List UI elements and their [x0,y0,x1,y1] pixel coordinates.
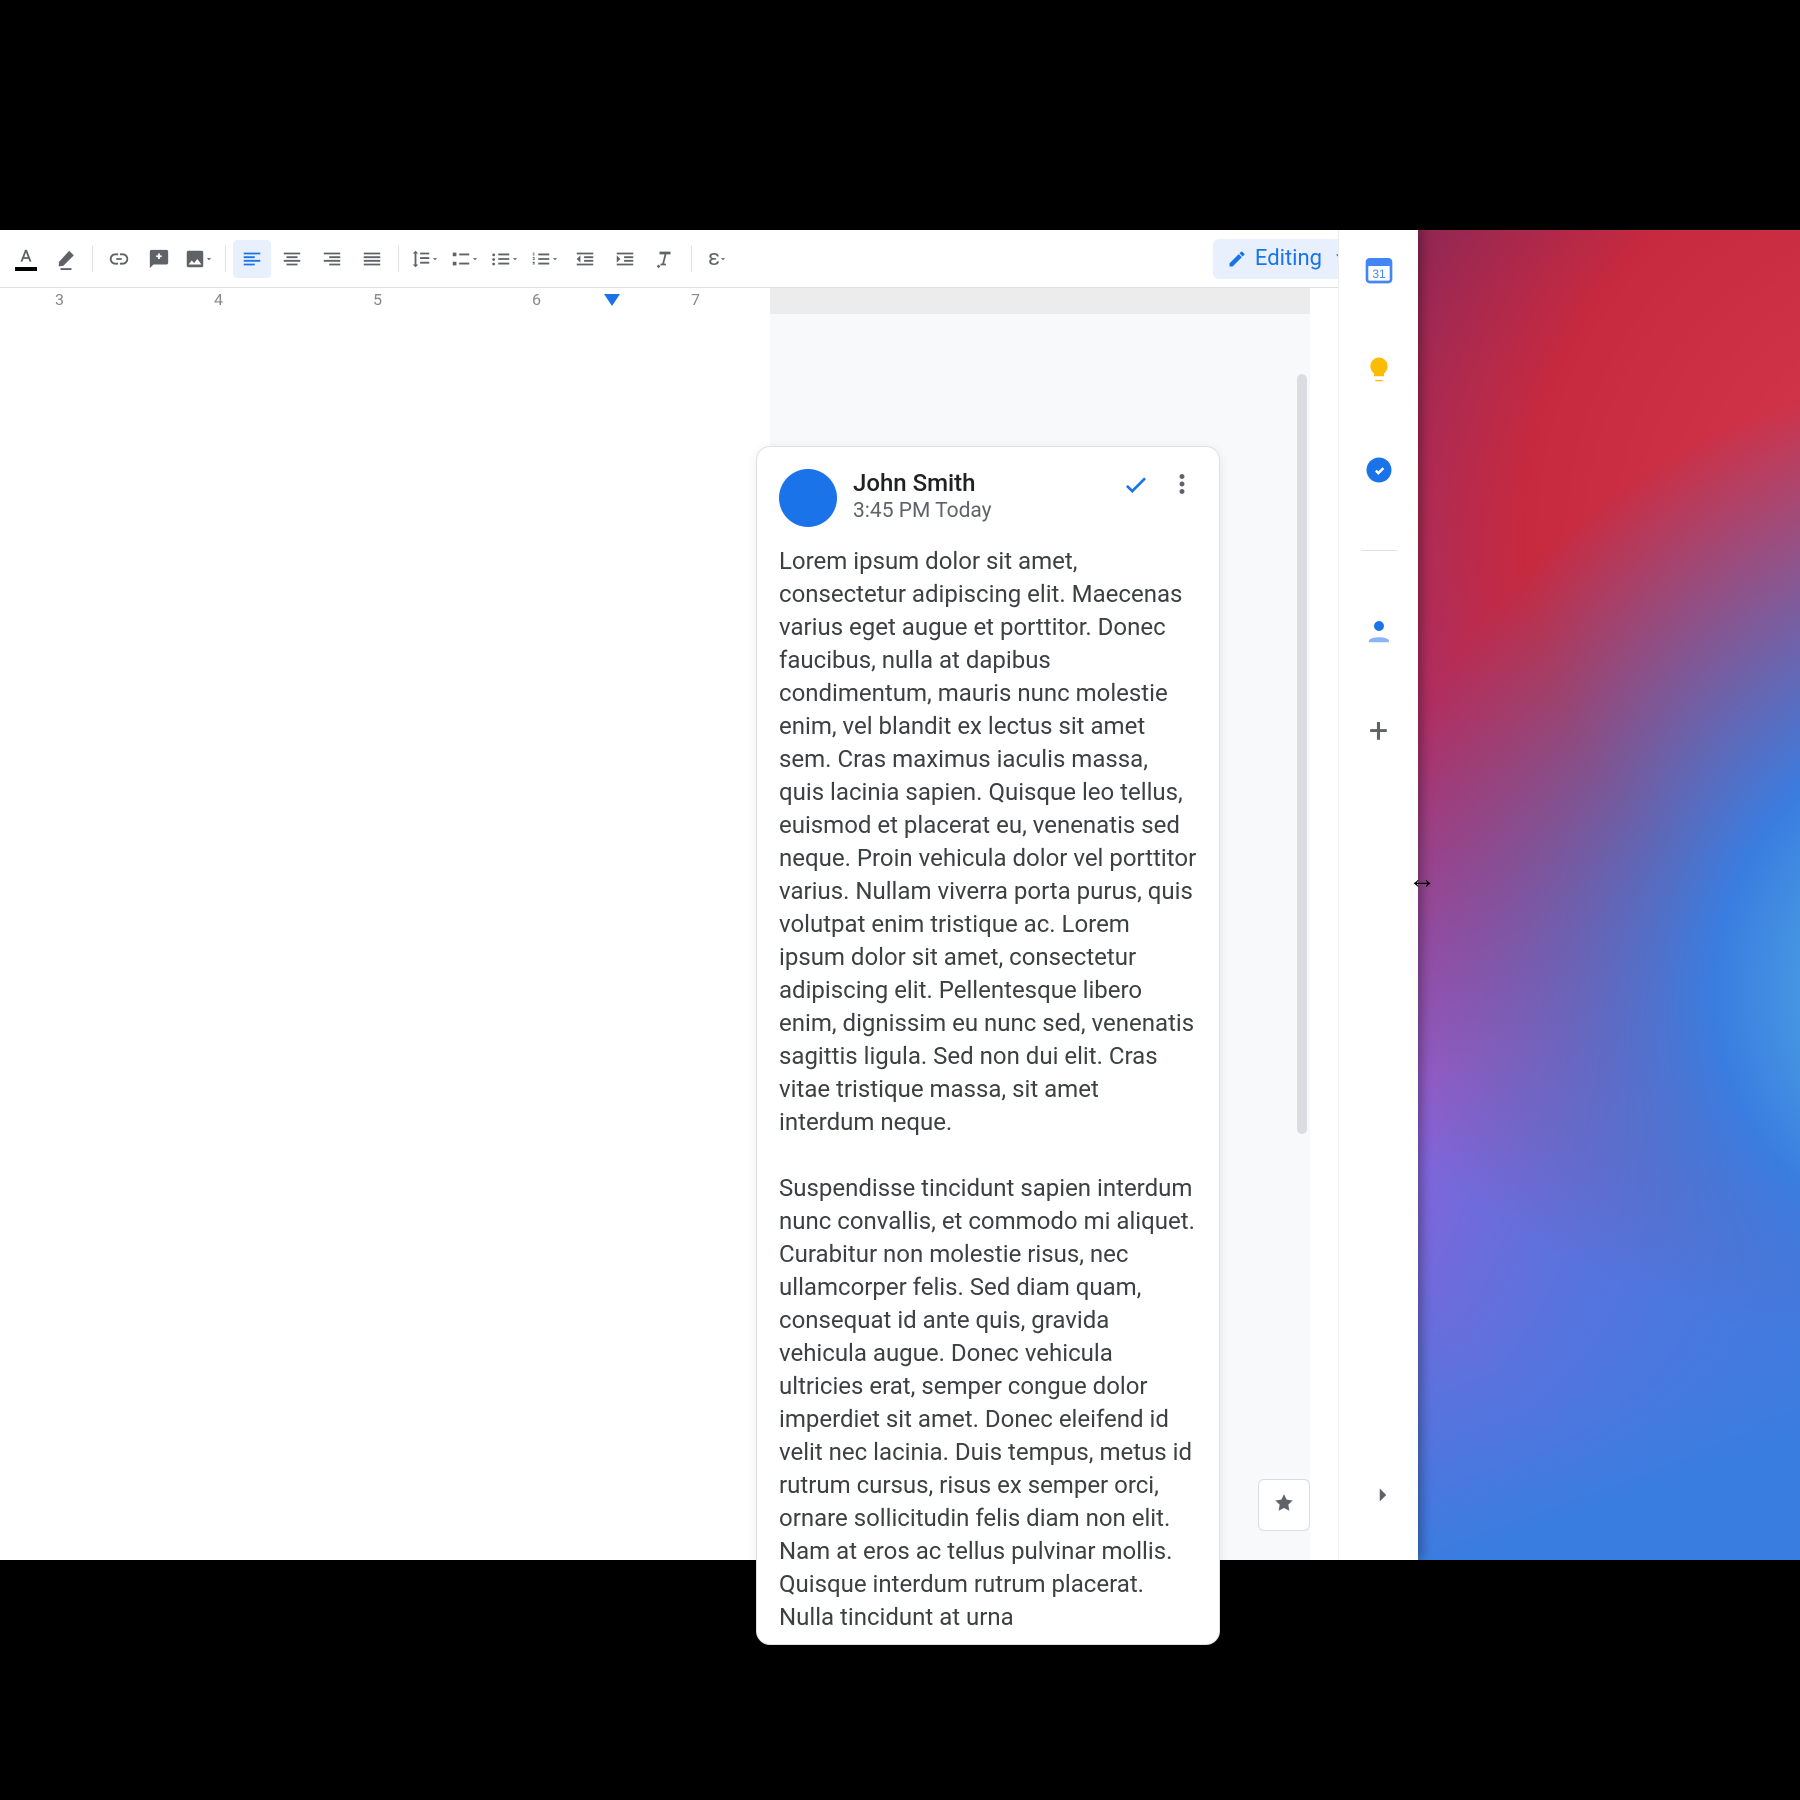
docs-toolbar: ε Editing [0,230,1418,288]
indent-decrease-icon [574,248,596,270]
toolbar-separator [398,246,399,272]
comment-timestamp: 3:45 PM Today [853,499,1121,523]
horizontal-ruler[interactable]: 3 4 5 6 7 [0,288,1310,315]
resolve-comment-button[interactable] [1121,469,1151,503]
letterbox-top [0,0,1800,230]
checklist-button[interactable] [446,240,484,278]
highlight-color-button[interactable] [47,240,85,278]
chevron-right-icon [1370,1482,1396,1508]
align-center-button[interactable] [273,240,311,278]
comment-more-button[interactable] [1167,469,1197,503]
plus-icon: + [1369,714,1388,748]
align-right-icon [321,248,343,270]
line-spacing-button[interactable] [406,240,444,278]
align-center-icon [281,248,303,270]
contacts-icon [1364,616,1394,646]
side-panel-divider [1361,550,1397,551]
toolbar-separator [92,246,93,272]
chevron-down-icon [470,248,480,270]
link-icon [108,248,130,270]
contacts-app-button[interactable] [1359,611,1399,651]
comment-add-icon [148,248,170,270]
input-tools-button[interactable]: ε [699,240,737,278]
checklist-icon [450,248,472,270]
toolbar-separator [691,246,692,272]
ruler-indent-marker[interactable] [604,294,620,306]
tasks-icon [1364,455,1394,485]
vertical-scrollbar[interactable] [1295,314,1309,1560]
explore-icon [1271,1492,1297,1518]
indent-increase-icon [614,248,636,270]
check-icon [1121,469,1151,499]
highlighter-icon [55,248,77,270]
calendar-app-button[interactable]: 31 [1359,250,1399,290]
align-justify-button[interactable] [353,240,391,278]
align-justify-icon [361,248,383,270]
clear-format-icon [654,248,676,270]
add-app-button[interactable]: + [1359,711,1399,751]
keep-app-button[interactable] [1359,350,1399,390]
line-spacing-icon [410,248,432,270]
explore-button[interactable] [1258,1479,1310,1531]
chevron-down-icon [430,248,440,270]
more-vert-icon [1167,469,1197,499]
text-color-button[interactable] [7,240,45,278]
toolbar-separator [225,246,226,272]
ruler-number: 6 [532,290,541,309]
hide-side-panel-button[interactable] [1370,1482,1396,1512]
text-color-icon [15,247,37,269]
ruler-number: 5 [373,290,382,309]
bullet-list-icon [490,248,512,270]
svg-text:31: 31 [1372,267,1386,281]
calendar-icon: 31 [1363,254,1395,286]
align-right-button[interactable] [313,240,351,278]
tasks-app-button[interactable] [1359,450,1399,490]
side-panel: 31 + [1338,230,1418,1560]
clear-formatting-button[interactable] [646,240,684,278]
ruler-number: 7 [691,290,700,309]
add-comment-button[interactable] [140,240,178,278]
numbered-list-icon [530,248,552,270]
image-icon [184,248,206,270]
chevron-down-icon [510,248,520,270]
chevron-down-icon [718,248,728,270]
google-docs-window: ε Editing 3 4 5 6 7 [0,230,1418,1560]
keep-icon [1364,355,1394,385]
comment-author: John Smith [853,469,1121,497]
insert-image-button[interactable] [180,240,218,278]
chevron-down-icon [204,248,214,270]
ruler-number: 4 [214,290,223,309]
bulleted-list-button[interactable] [486,240,524,278]
decrease-indent-button[interactable] [566,240,604,278]
editing-mode-label: Editing [1255,246,1322,271]
scrollbar-thumb[interactable] [1297,374,1307,1134]
increase-indent-button[interactable] [606,240,644,278]
insert-link-button[interactable] [100,240,138,278]
comment-body: Lorem ipsum dolor sit amet, consectetur … [779,545,1197,1634]
chevron-down-icon [550,248,560,270]
document-page[interactable] [0,314,770,1560]
numbered-list-button[interactable] [526,240,564,278]
align-left-button[interactable] [233,240,271,278]
align-left-icon [241,248,263,270]
document-canvas[interactable]: John Smith 3:45 PM Today Lorem ipsum dol… [0,314,1310,1560]
avatar [779,469,837,527]
pencil-icon [1227,249,1247,269]
comment-card[interactable]: John Smith 3:45 PM Today Lorem ipsum dol… [756,446,1220,1645]
ruler-number: 3 [55,290,64,309]
